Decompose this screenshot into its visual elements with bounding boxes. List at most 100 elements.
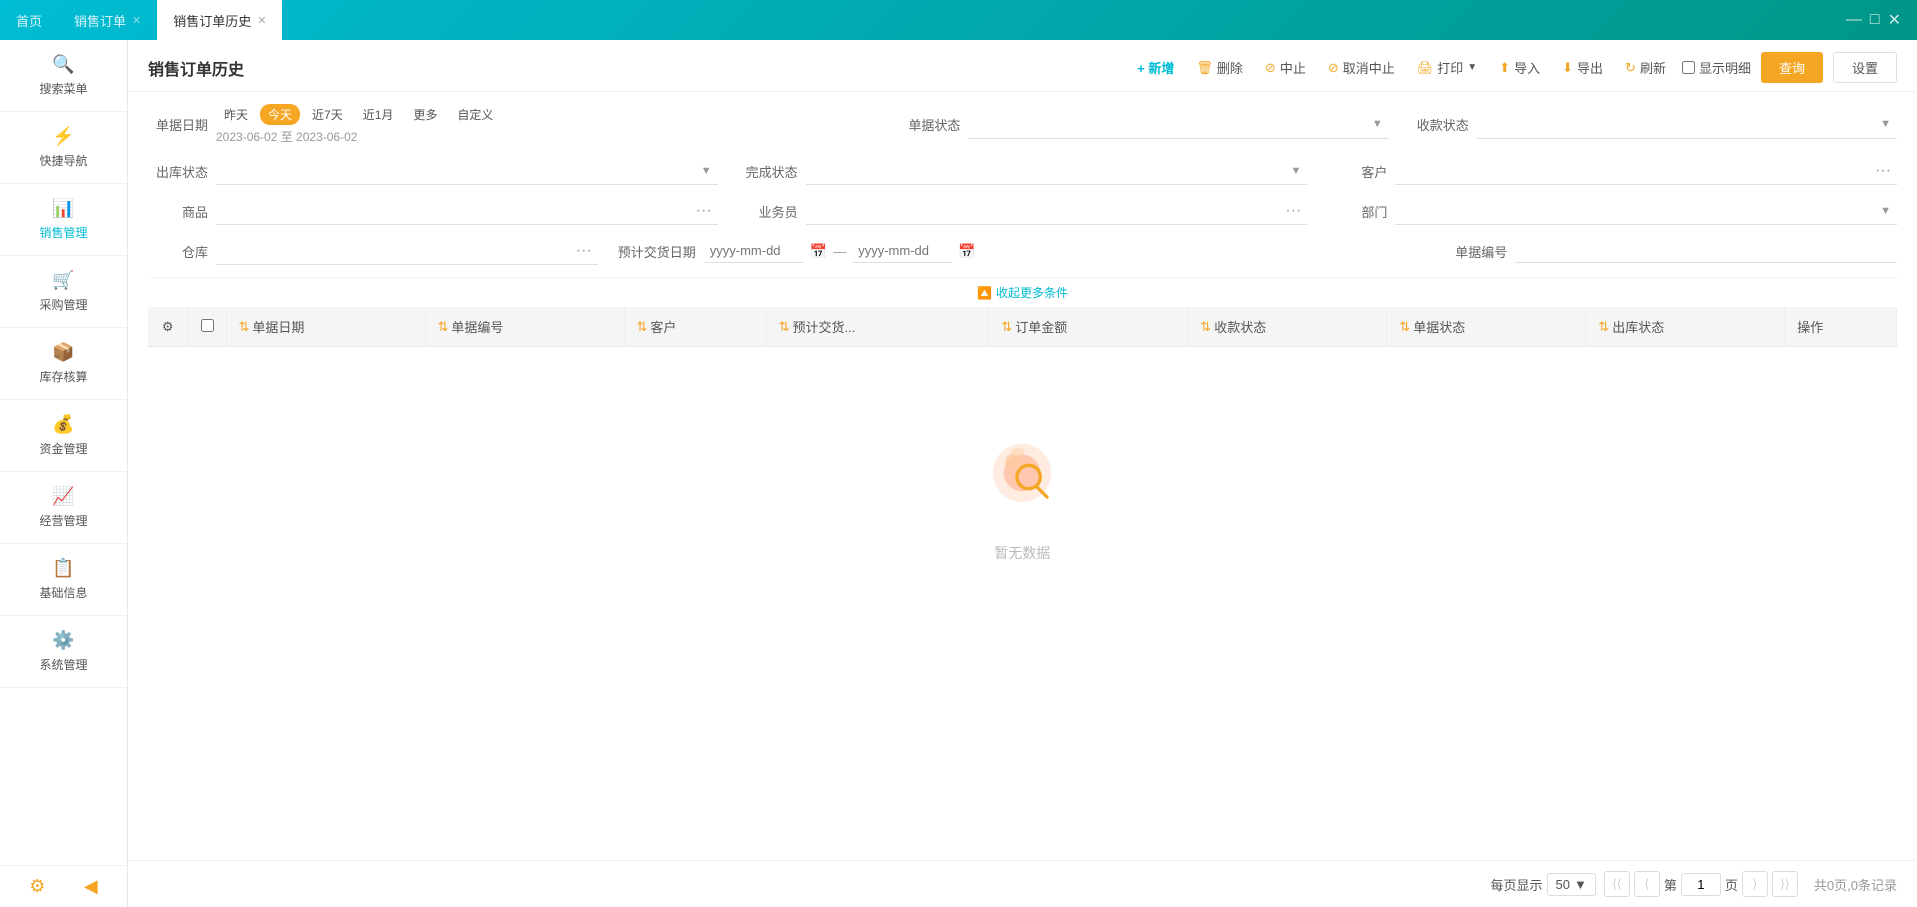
payment-status-label: 收款状态 [1409, 115, 1469, 134]
delivery-date-from-icon[interactable]: 📅 [810, 243, 827, 260]
export-icon: ⬇ [1562, 60, 1573, 76]
date-tab-yesterday[interactable]: 昨天 [216, 104, 256, 125]
export-button[interactable]: ⬇ 导出 [1556, 54, 1609, 81]
collapse-label: 收起更多条件 [996, 284, 1068, 301]
col-checkbox[interactable] [188, 307, 226, 347]
top-bar: 首页 销售订单 ✕ 销售订单历史 ✕ — □ ✕ [0, 0, 1917, 40]
sidebar-item-quick-nav[interactable]: ⚡ 快捷导航 [0, 112, 127, 184]
collapse-filters-btn[interactable]: 🔼 收起更多条件 [148, 277, 1897, 307]
goods-select[interactable]: ··· [216, 197, 718, 225]
per-page-value-selector[interactable]: 50 ▼ [1547, 873, 1596, 896]
select-all-checkbox[interactable] [201, 319, 214, 332]
next-page-btn[interactable]: ⟩ [1742, 871, 1768, 897]
col-customer[interactable]: ⇅ 客户 [624, 307, 766, 347]
col-bill-date[interactable]: ⇅ 单据日期 [226, 307, 425, 347]
warehouse-dots[interactable]: ··· [576, 242, 592, 260]
sidebar-item-purchase-mgmt[interactable]: 🛒 采购管理 [0, 256, 127, 328]
sort-icon-customer: ⇅ [637, 319, 648, 335]
date-tab-1month[interactable]: 近1月 [355, 104, 402, 125]
import-button[interactable]: ⬆ 导入 [1493, 54, 1546, 81]
refresh-button[interactable]: ↻ 刷新 [1619, 54, 1672, 81]
delivery-date-to-icon[interactable]: 📅 [958, 243, 975, 260]
settings-bottom-icon[interactable]: ⚙ [29, 876, 45, 897]
new-button-label: + 新增 [1137, 58, 1174, 77]
cancel-suspend-button[interactable]: ⊘ 取消中止 [1322, 54, 1401, 81]
table-settings-icon[interactable]: ⚙ [162, 319, 174, 334]
sidebar-item-search-menu[interactable]: 🔍 搜索菜单 [0, 40, 127, 112]
customer-dots[interactable]: ··· [1875, 162, 1891, 180]
salesperson-dots[interactable]: ··· [1285, 202, 1301, 220]
page-number-input[interactable] [1681, 873, 1721, 896]
prev-page-btn[interactable]: ⟨ [1634, 871, 1660, 897]
suspend-button[interactable]: ⊘ 中止 [1259, 54, 1312, 81]
tab-sales-order[interactable]: 销售订单 ✕ [58, 0, 157, 40]
date-tab-today[interactable]: 今天 [260, 104, 300, 125]
col-operation: 操作 [1785, 307, 1897, 347]
bill-number-input[interactable] [1515, 239, 1897, 263]
date-tab-custom[interactable]: 自定义 [449, 104, 501, 125]
delivery-date-to[interactable] [852, 239, 952, 263]
customer-select[interactable]: ··· [1395, 157, 1897, 185]
query-button[interactable]: 查询 [1761, 52, 1823, 83]
sidebar-item-finance[interactable]: 💰 资金管理 [0, 400, 127, 472]
payment-status-select[interactable]: ▼ [1477, 111, 1897, 139]
per-page-label: 每页显示 [1491, 875, 1543, 894]
sidebar-item-finance-label: 资金管理 [39, 440, 87, 457]
delivery-date-label: 预计交货日期 [618, 242, 696, 261]
new-button[interactable]: + 新增 [1131, 54, 1180, 81]
complete-status-arrow: ▼ [1290, 165, 1301, 177]
sidebar-item-base-info-label: 基础信息 [39, 584, 87, 601]
minimize-btn[interactable]: — [1846, 11, 1862, 29]
page-title: 销售订单历史 [148, 56, 244, 80]
tab-sales-order-history[interactable]: 销售订单历史 ✕ [157, 0, 282, 40]
col-order-amount[interactable]: ⇅ 订单金额 [989, 307, 1188, 347]
filter-goods: 商品 ··· [148, 197, 718, 225]
per-page-arrow: ▼ [1574, 877, 1587, 892]
out-status-select[interactable]: ▼ [216, 157, 718, 185]
print-button[interactable]: 🖨 打印 ▼ [1411, 54, 1483, 81]
show-detail-checkbox[interactable]: 显示明细 [1682, 58, 1751, 77]
filter-date: 单据日期 昨天 今天 近7天 近1月 更多 自定义 2023-06-02 至 2… [148, 104, 880, 145]
col-payment-status[interactable]: ⇅ 收款状态 [1188, 307, 1387, 347]
close-btn[interactable]: ✕ [1888, 10, 1901, 30]
date-tab-more[interactable]: 更多 [405, 104, 445, 125]
show-detail-input[interactable] [1682, 61, 1695, 74]
filter-bill-status: 单据状态 ▼ [900, 111, 1388, 139]
complete-status-select[interactable]: ▼ [806, 157, 1308, 185]
date-tab-7days[interactable]: 近7天 [304, 104, 351, 125]
sidebar-item-search-menu-label: 搜索菜单 [39, 80, 87, 97]
first-page-btn[interactable]: ⟨⟨ [1604, 871, 1630, 897]
collapse-sidebar-icon[interactable]: ◀ [84, 876, 98, 897]
customer-label: 客户 [1327, 162, 1387, 181]
maximize-btn[interactable]: □ [1870, 11, 1880, 29]
import-icon: ⬆ [1499, 60, 1510, 76]
tab-sales-order-close[interactable]: ✕ [132, 14, 141, 27]
bill-status-select[interactable]: ▼ [968, 111, 1388, 139]
sidebar-item-inventory[interactable]: 📦 库存核算 [0, 328, 127, 400]
salesperson-select[interactable]: ··· [806, 197, 1308, 225]
col-delivery-date[interactable]: ⇅ 预计交货... [766, 307, 989, 347]
col-bill-number[interactable]: ⇅ 单据编号 [425, 307, 624, 347]
sort-icon-bill-number: ⇅ [438, 319, 449, 335]
delete-button[interactable]: 🗑 删除 [1190, 54, 1249, 81]
col-settings[interactable]: ⚙ [148, 307, 188, 347]
sidebar-item-system[interactable]: ⚙️ 系统管理 [0, 616, 127, 688]
last-page-btn[interactable]: ⟩⟩ [1772, 871, 1798, 897]
bill-status-arrow: ▼ [1372, 118, 1383, 130]
sidebar-item-operations-label: 经营管理 [39, 512, 87, 529]
refresh-icon: ↻ [1625, 60, 1636, 76]
sidebar-item-sales-mgmt[interactable]: 📊 销售管理 [0, 184, 127, 256]
goods-dots[interactable]: ··· [696, 202, 712, 220]
pagination-controls: ⟨⟨ ⟨ 第 页 ⟩ ⟩⟩ [1604, 871, 1798, 897]
col-out-status[interactable]: ⇅ 出库状态 [1586, 307, 1785, 347]
settings-button[interactable]: 设置 [1833, 52, 1897, 83]
col-bill-status[interactable]: ⇅ 单据状态 [1387, 307, 1586, 347]
suspend-button-label: 中止 [1280, 58, 1306, 77]
department-select[interactable]: ▼ [1395, 197, 1897, 225]
warehouse-select[interactable]: ··· [216, 237, 598, 265]
tab-sales-order-history-close[interactable]: ✕ [257, 14, 266, 27]
tab-home[interactable]: 首页 [0, 0, 58, 40]
sidebar-item-operations[interactable]: 📈 经营管理 [0, 472, 127, 544]
sidebar-item-base-info[interactable]: 📋 基础信息 [0, 544, 127, 616]
delivery-date-from[interactable] [704, 239, 804, 263]
